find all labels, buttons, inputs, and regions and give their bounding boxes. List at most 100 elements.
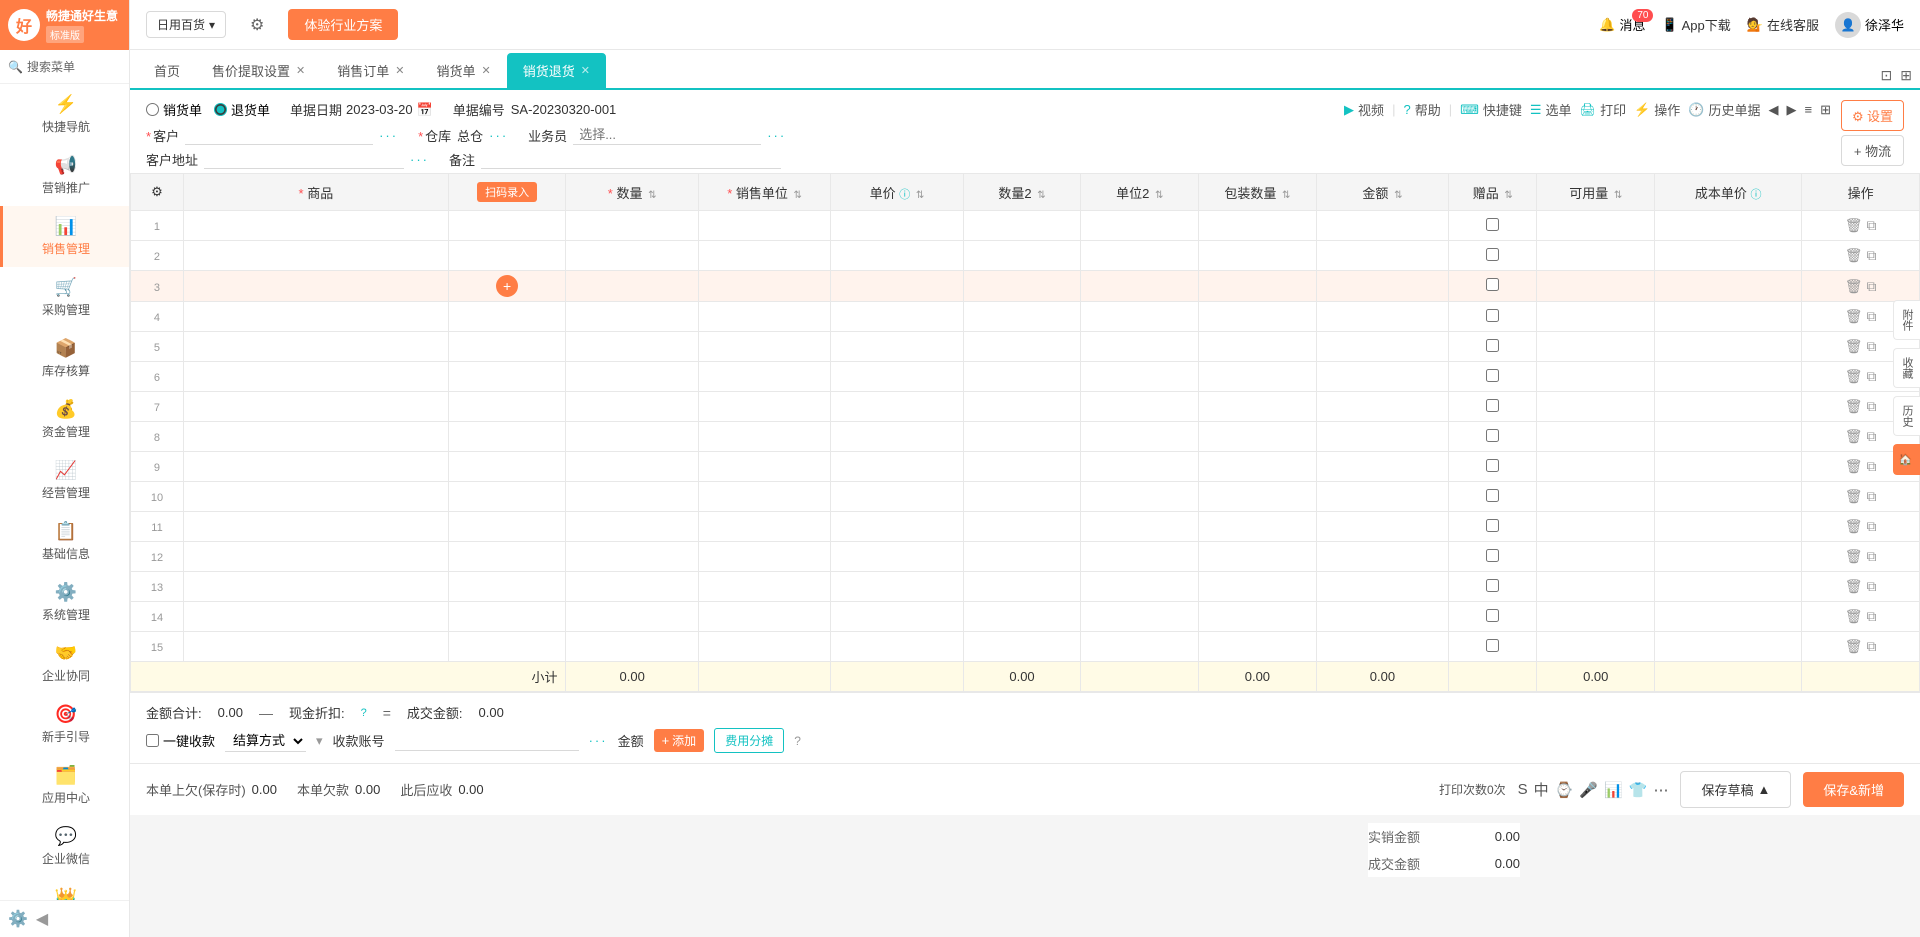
row-12-gift[interactable] xyxy=(1449,542,1537,572)
row-13-qty2[interactable] xyxy=(963,572,1081,602)
row-2-unit-price[interactable] xyxy=(831,241,963,271)
row-4-copy-icon[interactable]: ⧉ xyxy=(1866,308,1876,325)
row-10-unit2[interactable] xyxy=(1081,482,1199,512)
qty2-sort-icon[interactable]: ⇅ xyxy=(1037,190,1045,201)
row-2-qty2[interactable] xyxy=(963,241,1081,271)
row-1-sale-unit[interactable] xyxy=(698,211,830,241)
toolbar-shortcut[interactable]: ⌨ 快捷键 xyxy=(1460,100,1522,119)
sidebar-item-finance[interactable]: 💰 资金管理 xyxy=(0,389,129,450)
row-11-copy-icon[interactable]: ⧉ xyxy=(1866,518,1876,535)
row-13-unit-price[interactable] xyxy=(831,572,963,602)
row-14-sale-unit[interactable] xyxy=(698,602,830,632)
user-menu[interactable]: 👤 徐泽华 xyxy=(1835,12,1904,38)
row-3-unit-price[interactable] xyxy=(831,271,963,302)
row-1-available[interactable] xyxy=(1537,211,1655,241)
salesperson-select-btn[interactable]: ··· xyxy=(767,128,786,143)
row-1-copy-icon[interactable]: ⧉ xyxy=(1866,217,1876,234)
row-5-sale-unit[interactable] xyxy=(698,332,830,362)
row-2-gift[interactable] xyxy=(1449,241,1537,271)
row-8-qty[interactable] xyxy=(566,422,698,452)
row-8-sale-unit[interactable] xyxy=(698,422,830,452)
toolbar-icon-1[interactable]: S xyxy=(1518,781,1528,798)
row-11-qty2[interactable] xyxy=(963,512,1081,542)
row-14-pack-qty[interactable] xyxy=(1199,602,1317,632)
right-panel-history[interactable]: 历史 xyxy=(1893,396,1920,436)
salesperson-input[interactable] xyxy=(573,125,761,145)
row-11-cost-price[interactable] xyxy=(1655,512,1802,542)
row-14-gift[interactable] xyxy=(1449,602,1537,632)
row-13-copy-icon[interactable]: ⧉ xyxy=(1866,578,1876,595)
row-6-cost-price[interactable] xyxy=(1655,362,1802,392)
row-7-amount[interactable] xyxy=(1316,392,1448,422)
row-6-unit2[interactable] xyxy=(1081,362,1199,392)
row-13-pack-qty[interactable] xyxy=(1199,572,1317,602)
sidebar-item-purchase[interactable]: 🛒 采购管理 xyxy=(0,267,129,328)
row-9-qty[interactable] xyxy=(566,452,698,482)
row-4-unit-price[interactable] xyxy=(831,302,963,332)
row-13-delete-icon[interactable]: 🗑 xyxy=(1845,578,1863,595)
sidebar-item-sales[interactable]: 📊 销售管理 xyxy=(0,206,129,267)
row-12-qty2[interactable] xyxy=(963,542,1081,572)
row-2-cost-price[interactable] xyxy=(1655,241,1802,271)
row-10-sale-unit[interactable] xyxy=(698,482,830,512)
save-new-btn[interactable]: 保存&新增 xyxy=(1803,772,1904,807)
row-13-gift[interactable] xyxy=(1449,572,1537,602)
sidebar-item-inventory[interactable]: 📦 库存核算 xyxy=(0,328,129,389)
row-11-pack-qty[interactable] xyxy=(1199,512,1317,542)
row-6-pack-qty[interactable] xyxy=(1199,362,1317,392)
discount-hint-icon[interactable]: ? xyxy=(361,707,367,719)
row-5-gift[interactable] xyxy=(1449,332,1537,362)
row-10-available[interactable] xyxy=(1537,482,1655,512)
row-10-copy-icon[interactable]: ⧉ xyxy=(1866,488,1876,505)
customer-input[interactable] xyxy=(185,125,373,145)
row-7-qty[interactable] xyxy=(566,392,698,422)
unit-price-hint-icon[interactable]: ⓘ xyxy=(899,189,910,201)
message-btn[interactable]: 🔔 消息 70 xyxy=(1599,15,1645,34)
address-select-btn[interactable]: ··· xyxy=(410,152,429,167)
toolbar-icon-5[interactable]: 📊 xyxy=(1604,781,1623,799)
row-6-copy-icon[interactable]: ⧉ xyxy=(1866,368,1876,385)
one-click-payment-checkbox[interactable] xyxy=(146,734,159,747)
row-2-goods[interactable] xyxy=(183,241,448,271)
row-7-unit-price[interactable] xyxy=(831,392,963,422)
tab-sale-return[interactable]: 销货退货 ✕ xyxy=(507,53,606,88)
row-14-unit-price[interactable] xyxy=(831,602,963,632)
nav-prev-icon[interactable]: ◀ xyxy=(1768,102,1778,118)
calc-method-select[interactable]: 结算方式 xyxy=(225,730,306,752)
th-settings[interactable]: ⚙ xyxy=(131,174,184,211)
calendar-icon[interactable]: 📅 xyxy=(417,102,433,118)
row-5-cost-price[interactable] xyxy=(1655,332,1802,362)
customer-select-btn[interactable]: ··· xyxy=(379,128,398,143)
row-15-goods[interactable] xyxy=(183,632,448,662)
row-10-amount[interactable] xyxy=(1316,482,1448,512)
row-14-delete-icon[interactable]: 🗑 xyxy=(1845,608,1863,625)
warehouse-select-btn[interactable]: ··· xyxy=(489,128,508,143)
gear-icon[interactable]: ⚙ xyxy=(242,11,272,39)
row-15-delete-icon[interactable]: 🗑 xyxy=(1845,638,1863,655)
row-14-qty[interactable] xyxy=(566,602,698,632)
row-12-amount[interactable] xyxy=(1316,542,1448,572)
sidebar-item-enterprise[interactable]: 🤝 企业协同 xyxy=(0,633,129,694)
row-4-available[interactable] xyxy=(1537,302,1655,332)
row-7-cost-price[interactable] xyxy=(1655,392,1802,422)
row-6-amount[interactable] xyxy=(1316,362,1448,392)
app-download-link[interactable]: 📱 App下载 xyxy=(1661,15,1730,34)
pack-qty-sort-icon[interactable]: ⇅ xyxy=(1282,190,1290,201)
sidebar-search[interactable]: 🔍 搜索菜单 xyxy=(0,50,129,84)
right-panel-favorite[interactable]: 收藏 xyxy=(1893,348,1920,388)
row-6-unit-price[interactable] xyxy=(831,362,963,392)
online-service-link[interactable]: 💁 在线客服 xyxy=(1747,15,1819,34)
radio-sale-return[interactable]: 退货单 xyxy=(214,100,270,119)
row-10-delete-icon[interactable]: 🗑 xyxy=(1845,488,1863,505)
row-3-gift[interactable] xyxy=(1449,271,1537,302)
tab-sale-order[interactable]: 销售订单 ✕ xyxy=(321,53,420,88)
row-10-qty[interactable] xyxy=(566,482,698,512)
row-3-sale-unit[interactable] xyxy=(698,271,830,302)
settings-icon[interactable]: ⚙️ xyxy=(8,909,28,929)
row-4-goods[interactable] xyxy=(183,302,448,332)
row-15-pack-qty[interactable] xyxy=(1199,632,1317,662)
row-13-goods[interactable] xyxy=(183,572,448,602)
one-click-payment-checkbox-group[interactable]: 一键收款 xyxy=(146,731,215,750)
row-6-sale-unit[interactable] xyxy=(698,362,830,392)
row-7-qty2[interactable] xyxy=(963,392,1081,422)
